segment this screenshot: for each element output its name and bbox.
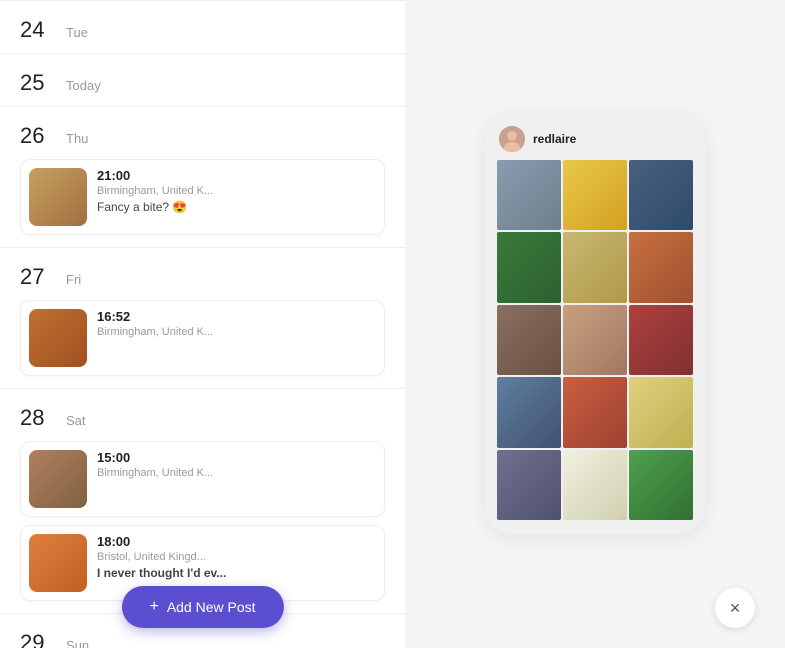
day-section-24: 24 Tue: [0, 0, 405, 53]
grid-cell: [563, 305, 627, 375]
day-number-27: 27: [20, 264, 56, 290]
day-name-26: Thu: [66, 131, 102, 146]
post-time: 15:00: [97, 450, 376, 465]
grid-cell: [497, 160, 561, 230]
photo-grid: [497, 160, 693, 522]
post-caption: I never thought I'd ev...: [97, 566, 376, 580]
grid-cell: [497, 377, 561, 447]
right-panel: redlaire: [405, 0, 785, 648]
day-name-28: Sat: [66, 413, 102, 428]
post-thumbnail: [29, 168, 87, 226]
grid-cell: [497, 305, 561, 375]
add-new-post-button[interactable]: + Add New Post: [121, 586, 283, 628]
post-location: Bristol, United Kingd...: [97, 551, 376, 563]
day-name-29: Sun: [66, 638, 102, 648]
post-card[interactable]: 15:00 Birmingham, United K...: [20, 441, 385, 517]
post-info: 21:00 Birmingham, United K... Fancy a bi…: [97, 168, 376, 214]
close-button[interactable]: ×: [715, 588, 755, 628]
day-number-26: 26: [20, 123, 56, 149]
grid-cell: [629, 305, 693, 375]
post-location: Birmingham, United K...: [97, 185, 376, 197]
phone-avatar: [499, 126, 525, 152]
grid-cell: [629, 232, 693, 302]
grid-cell: [563, 450, 627, 520]
day-name-25: Today: [66, 78, 102, 93]
post-thumbnail: [29, 534, 87, 592]
post-thumbnail: [29, 450, 87, 508]
grid-cell: [497, 450, 561, 520]
phone-mockup: redlaire: [485, 114, 705, 534]
post-time: 18:00: [97, 534, 376, 549]
day-name-24: Tue: [66, 25, 102, 40]
post-time: 21:00: [97, 168, 376, 183]
day-section-28: 28 Sat 15:00 Birmingham, United K... 18:…: [0, 388, 405, 613]
grid-cell: [563, 377, 627, 447]
post-info: 16:52 Birmingham, United K...: [97, 309, 376, 338]
day-number-24: 24: [20, 17, 56, 43]
day-number-29: 29: [20, 630, 56, 648]
post-info: 15:00 Birmingham, United K...: [97, 450, 376, 479]
grid-cell: [563, 160, 627, 230]
day-name-27: Fri: [66, 272, 102, 287]
post-time: 16:52: [97, 309, 376, 324]
post-info: 18:00 Bristol, United Kingd... I never t…: [97, 534, 376, 580]
phone-header: redlaire: [497, 126, 693, 152]
day-section-27: 27 Fri 16:52 Birmingham, United K...: [0, 247, 405, 388]
day-number-25: 25: [20, 70, 56, 96]
post-location: Birmingham, United K...: [97, 467, 376, 479]
add-post-label: Add New Post: [167, 599, 256, 615]
day-number-28: 28: [20, 405, 56, 431]
plus-icon: +: [149, 598, 158, 616]
grid-cell: [629, 450, 693, 520]
post-caption: Fancy a bite? 😍: [97, 200, 376, 214]
post-thumbnail: [29, 309, 87, 367]
main-container: 24 Tue 25 Today 26 Thu 21:00 Bi: [0, 0, 785, 648]
grid-cell: [563, 232, 627, 302]
close-icon: ×: [730, 598, 741, 619]
grid-cell: [497, 232, 561, 302]
phone-username: redlaire: [533, 132, 576, 146]
post-card[interactable]: 21:00 Birmingham, United K... Fancy a bi…: [20, 159, 385, 235]
post-card[interactable]: 16:52 Birmingham, United K...: [20, 300, 385, 376]
post-location: Birmingham, United K...: [97, 326, 376, 338]
calendar-panel: 24 Tue 25 Today 26 Thu 21:00 Bi: [0, 0, 405, 648]
grid-cell: [629, 377, 693, 447]
day-section-25: 25 Today: [0, 53, 405, 106]
grid-cell: [629, 160, 693, 230]
day-section-26: 26 Thu 21:00 Birmingham, United K... Fan…: [0, 106, 405, 247]
